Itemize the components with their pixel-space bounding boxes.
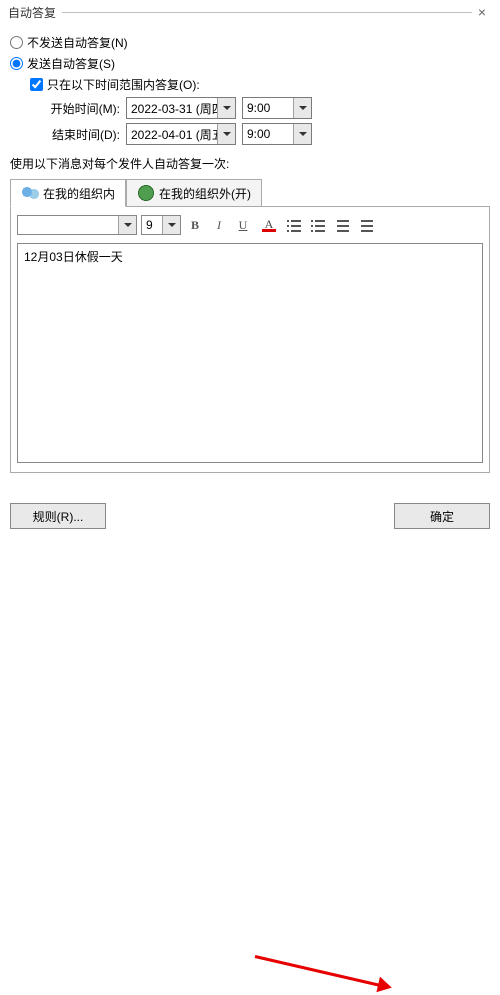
start-date-value: 2022-03-31 (周四) (131, 100, 228, 117)
check-range[interactable] (30, 78, 43, 91)
font-color-button[interactable]: A (257, 215, 281, 235)
number-list-button[interactable] (309, 215, 329, 235)
start-hour-select[interactable]: 9:00 (242, 97, 312, 119)
end-time-label: 结束时间(D): (50, 126, 120, 143)
number-list-icon (311, 218, 327, 232)
font-size-value: 9 (146, 218, 153, 232)
end-hour-select[interactable]: 9:00 (242, 123, 312, 145)
bullet-list-button[interactable] (285, 215, 305, 235)
people-icon (21, 184, 39, 202)
section-message: 使用以下消息对每个发件人自动答复一次: (10, 155, 490, 172)
underline-button[interactable]: U (233, 215, 253, 235)
end-date-select[interactable]: 2022-04-01 (周五) (126, 123, 236, 145)
end-date-value: 2022-04-01 (周五) (131, 126, 228, 143)
chevron-down-icon[interactable] (217, 124, 235, 144)
chevron-down-icon[interactable] (162, 216, 180, 234)
globe-icon (137, 184, 155, 202)
title-divider (62, 12, 472, 13)
font-family-select[interactable] (17, 215, 137, 235)
font-color-a: A (265, 219, 274, 229)
chevron-down-icon[interactable] (293, 124, 311, 144)
outdent-icon (335, 218, 351, 232)
font-color-bar (262, 229, 276, 232)
indent-icon (359, 218, 375, 232)
italic-button[interactable]: I (209, 215, 229, 235)
indent-button[interactable] (357, 215, 377, 235)
end-hour-value: 9:00 (247, 127, 270, 141)
chevron-down-icon[interactable] (293, 98, 311, 118)
dialog-title: 自动答复 (8, 4, 56, 21)
font-size-select[interactable]: 9 (141, 215, 181, 235)
start-time-label: 开始时间(M): (50, 100, 120, 117)
rules-button[interactable]: 规则(R)... (10, 503, 106, 529)
check-range-label: 只在以下时间范围内答复(O): (47, 76, 200, 93)
tab-outside-org[interactable]: 在我的组织外(开) (126, 179, 262, 207)
radio-send-label: 发送自动答复(S) (27, 55, 115, 72)
ok-button[interactable]: 确定 (394, 503, 490, 529)
outdent-button[interactable] (333, 215, 353, 235)
close-icon[interactable]: × (472, 4, 492, 20)
tab-outside-label: 在我的组织外(开) (159, 185, 251, 202)
bullet-list-icon (287, 218, 303, 232)
chevron-down-icon[interactable] (118, 216, 136, 234)
message-editor[interactable] (17, 243, 483, 463)
radio-no-send[interactable] (10, 36, 23, 49)
tab-inside-org[interactable]: 在我的组织内 (10, 179, 126, 207)
tab-inside-label: 在我的组织内 (43, 185, 115, 202)
radio-send[interactable] (10, 57, 23, 70)
radio-no-send-label: 不发送自动答复(N) (27, 34, 128, 51)
editor-toolbar: 9 B I U A (17, 213, 483, 237)
bold-button[interactable]: B (185, 215, 205, 235)
start-hour-value: 9:00 (247, 101, 270, 115)
chevron-down-icon[interactable] (217, 98, 235, 118)
start-date-select[interactable]: 2022-03-31 (周四) (126, 97, 236, 119)
